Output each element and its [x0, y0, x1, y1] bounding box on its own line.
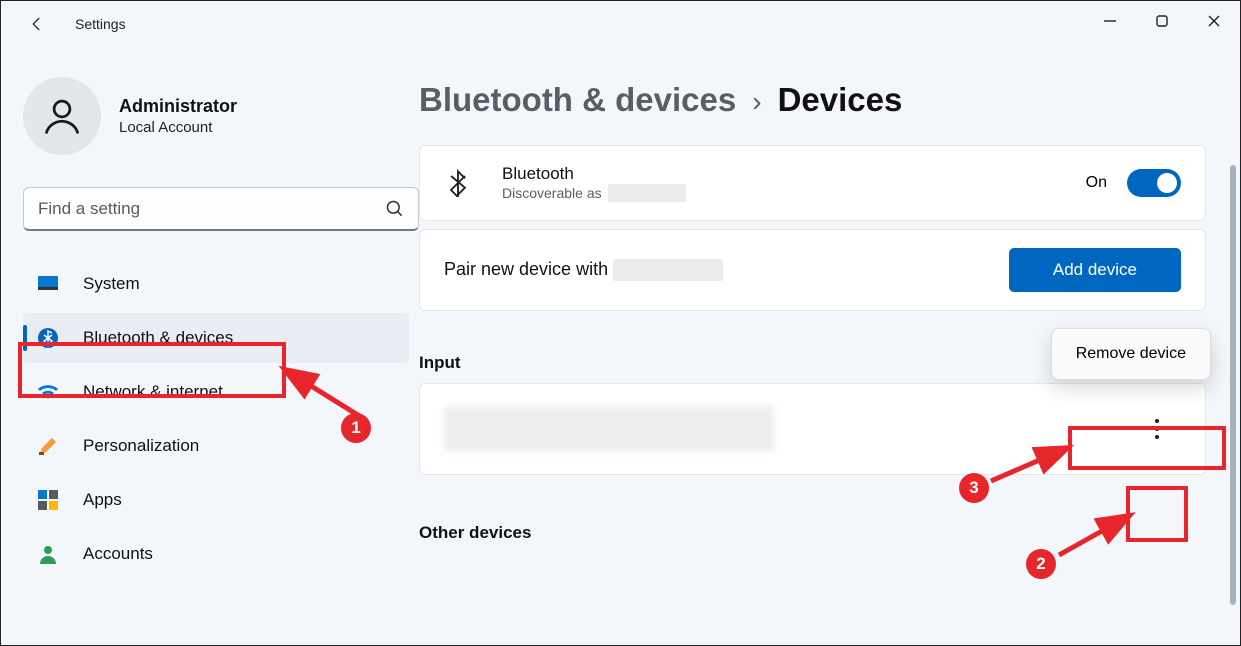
sidebar-item-label: Accounts: [83, 544, 153, 564]
more-vertical-icon: [1155, 419, 1159, 439]
breadcrumb-parent[interactable]: Bluetooth & devices: [419, 81, 736, 119]
section-other: Other devices: [419, 523, 1206, 543]
sidebar-item-label: Network & internet: [83, 382, 223, 402]
sidebar-item-bluetooth[interactable]: Bluetooth & devices: [23, 313, 409, 363]
wifi-icon: [37, 381, 59, 403]
avatar: [23, 77, 101, 155]
accounts-icon: [37, 543, 59, 565]
redacted-device: [444, 406, 774, 452]
bluetooth-icon: [444, 169, 472, 197]
sidebar: Administrator Local Account System Bluet…: [1, 47, 419, 645]
bluetooth-state: On: [1086, 174, 1107, 192]
app-title: Settings: [75, 16, 126, 32]
personalization-icon: [37, 435, 59, 457]
search-wrap: [23, 187, 419, 231]
add-device-button[interactable]: Add device: [1009, 248, 1181, 292]
user-name: Administrator: [119, 96, 237, 117]
sidebar-item-label: Apps: [83, 490, 122, 510]
breadcrumb-current: Devices: [778, 81, 903, 119]
context-menu: Remove device: [1051, 328, 1211, 380]
sidebar-item-label: System: [83, 274, 140, 294]
apps-icon: [37, 489, 59, 511]
content: Bluetooth & devices › Devices Bluetooth …: [419, 47, 1240, 645]
bluetooth-toggle[interactable]: [1127, 169, 1181, 197]
redacted-name: [608, 184, 686, 202]
bluetooth-subtitle: Discoverable as: [502, 184, 686, 202]
window-controls: [1084, 1, 1240, 41]
close-button[interactable]: [1188, 1, 1240, 41]
redacted-name: [613, 259, 723, 281]
pair-label: Pair new device with: [444, 259, 723, 281]
chevron-right-icon: ›: [752, 86, 761, 118]
user-sub: Local Account: [119, 119, 237, 136]
bluetooth-icon: [37, 327, 59, 349]
maximize-button[interactable]: [1136, 1, 1188, 41]
system-icon: [37, 273, 59, 295]
breadcrumb: Bluetooth & devices › Devices: [419, 81, 1206, 119]
bluetooth-title: Bluetooth: [502, 164, 686, 184]
user-block[interactable]: Administrator Local Account: [23, 77, 409, 155]
search-icon: [385, 199, 405, 219]
back-button[interactable]: [23, 10, 51, 38]
pair-card: Pair new device with Add device: [419, 229, 1206, 311]
sidebar-item-network[interactable]: Network & internet: [23, 367, 409, 417]
scrollbar[interactable]: [1230, 165, 1236, 605]
titlebar: Settings: [1, 1, 1240, 47]
sidebar-item-system[interactable]: System: [23, 259, 409, 309]
sidebar-item-label: Personalization: [83, 436, 199, 456]
bluetooth-card: Bluetooth Discoverable as On: [419, 145, 1206, 221]
more-button[interactable]: [1133, 407, 1181, 451]
nav-list: System Bluetooth & devices Network & int…: [23, 259, 409, 579]
search-input[interactable]: [23, 187, 419, 231]
sidebar-item-apps[interactable]: Apps: [23, 475, 409, 525]
minimize-button[interactable]: [1084, 1, 1136, 41]
sidebar-item-personalization[interactable]: Personalization: [23, 421, 409, 471]
sidebar-item-label: Bluetooth & devices: [83, 328, 233, 348]
sidebar-item-accounts[interactable]: Accounts: [23, 529, 409, 579]
device-card: Remove device: [419, 383, 1206, 475]
remove-device-item[interactable]: Remove device: [1060, 337, 1202, 371]
